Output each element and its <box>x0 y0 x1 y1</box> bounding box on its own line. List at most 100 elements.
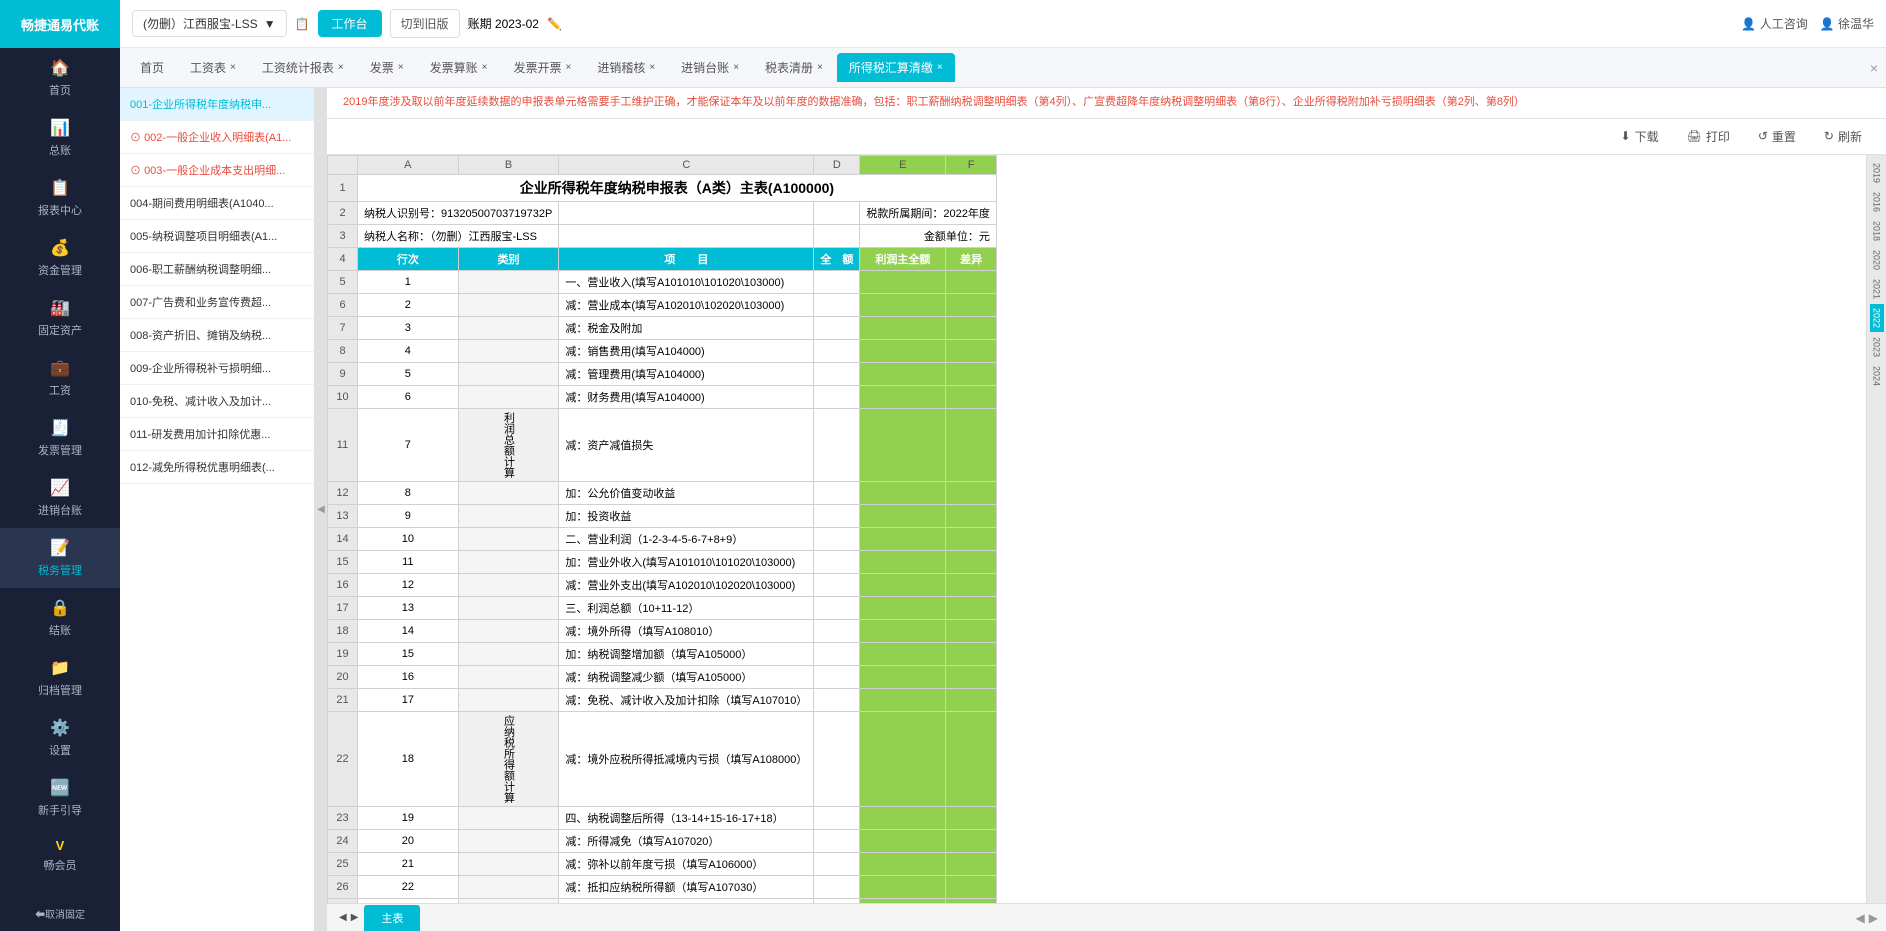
scroll-left-icon[interactable]: ◀ <box>1856 911 1865 925</box>
scroll-right-icon[interactable]: ▶ <box>1869 911 1878 925</box>
nav-arrows: ◀ ▶ <box>335 912 362 923</box>
left-panel-item-006[interactable]: 006-职工薪酬纳税调整明细... <box>120 253 314 286</box>
sidebar-item-tax[interactable]: 📝 税务管理 <box>0 528 120 588</box>
workbench-button[interactable]: 工作台 <box>318 10 382 37</box>
year-2016[interactable]: 2016 <box>1870 188 1884 216</box>
table-row: 128加：公允价值变动收益 <box>328 481 997 504</box>
sidebar-item-sales[interactable]: 📈 进销台账 <box>0 468 120 528</box>
table-row-header: 4 行次 类别 项 目 全 额 利润主全额 差异 <box>328 247 997 270</box>
sidebar-item-settings-label: 设置 <box>49 742 71 758</box>
tab-invoice[interactable]: 发票 × <box>358 53 416 82</box>
col-header-e: E <box>860 155 946 174</box>
tab-tax-list[interactable]: 税表清册 × <box>753 53 835 82</box>
table-row: 2218应纳税所得额计算减：境外应税所得抵减境内亏损（填写A108000） <box>328 711 997 806</box>
left-panel-item-008[interactable]: 008-资产折旧、摊销及纳税... <box>120 319 314 352</box>
tab-tax-calc[interactable]: 所得税汇算清缴 × <box>837 53 955 82</box>
sidebar-item-salary[interactable]: 💼 工资 <box>0 348 120 408</box>
spreadsheet-main[interactable]: A B C D E F <box>327 155 1866 903</box>
refresh-button[interactable]: ↻ 刷新 <box>1816 125 1870 148</box>
sheet-tab-main[interactable]: 主表 <box>364 905 420 931</box>
nav-prev[interactable]: ◀ <box>339 912 347 923</box>
warning-banner: 2019年度涉及取以前年度延续数据的申报表单元格需要手工维护正确，才能保证本年及… <box>327 88 1886 119</box>
col-header-d: D <box>814 155 860 174</box>
tab-salary-close[interactable]: × <box>230 62 236 73</box>
sidebar-item-report[interactable]: 📋 报表中心 <box>0 168 120 228</box>
col-header-rownum <box>328 155 358 174</box>
table-row: 2319四、纳税调整后所得（13-14+15-16-17+18） <box>328 806 997 829</box>
tab-sales-audit-close[interactable]: × <box>649 62 655 73</box>
tab-invoice-close[interactable]: × <box>398 62 404 73</box>
copy-icon[interactable]: 📋 <box>295 17 310 31</box>
sidebar-item-archive[interactable]: 📁 归档管理 <box>0 648 120 708</box>
left-panel-item-001[interactable]: 001-企业所得税年度纳税申... <box>120 88 314 121</box>
edit-icon[interactable]: ✏️ <box>547 17 562 31</box>
switch-view-button[interactable]: 切到旧版 <box>390 9 460 38</box>
year-2024[interactable]: 2024 <box>1870 362 1884 390</box>
year-2020[interactable]: 2020 <box>1870 246 1884 274</box>
sidebar-item-home[interactable]: 🏠 首页 <box>0 48 120 108</box>
year-2019[interactable]: 2019 <box>1870 159 1884 187</box>
sidebar-item-sales-label: 进销台账 <box>38 502 82 518</box>
year-2018[interactable]: 2018 <box>1870 217 1884 245</box>
sidebar-item-ledger[interactable]: 📊 总账 <box>0 108 120 168</box>
tab-invoice-calc-close[interactable]: × <box>482 62 488 73</box>
print-button[interactable]: 🖨 打印 <box>1679 125 1738 148</box>
tab-tax-list-close[interactable]: × <box>817 62 823 73</box>
sidebar-item-assets[interactable]: 🏭 固定资产 <box>0 288 120 348</box>
invoice-icon: 🧾 <box>50 418 70 438</box>
tab-invoice-open-close[interactable]: × <box>565 62 571 73</box>
sidebar-item-settings[interactable]: ⚙️ 设置 <box>0 708 120 768</box>
year-2023[interactable]: 2023 <box>1870 333 1884 361</box>
app-logo: 畅捷通易代账 <box>0 0 120 48</box>
left-panel-item-002[interactable]: ⊙ 002-一般企业收入明细表(A1... <box>120 121 314 154</box>
tab-salary-report-close[interactable]: × <box>338 62 344 73</box>
tab-invoice-label: 发票 <box>370 59 394 76</box>
tab-sales-audit[interactable]: 进销稽核 × <box>585 53 667 82</box>
left-panel-item-009[interactable]: 009-企业所得税补亏损明细... <box>120 352 314 385</box>
tab-invoice-open[interactable]: 发票开票 × <box>501 53 583 82</box>
reset-button[interactable]: ↺ 重置 <box>1750 125 1804 148</box>
member-icon: V <box>56 838 65 853</box>
sidebar-item-fund[interactable]: 💰 资金管理 <box>0 228 120 288</box>
tab-salary-report[interactable]: 工资统计报表 × <box>250 53 356 82</box>
tab-invoice-calc[interactable]: 发票算账 × <box>418 53 500 82</box>
company-selector[interactable]: (勿删）江西服宝-LSS ▼ <box>132 10 287 37</box>
table-row: 84减：销售费用(填写A104000) <box>328 339 997 362</box>
left-panel-item-004[interactable]: 004-期间费用明细表(A1040... <box>120 187 314 220</box>
collapse-handle[interactable]: ◀ <box>315 88 327 931</box>
tab-tax-calc-close[interactable]: × <box>937 62 943 73</box>
tab-sales-ledger[interactable]: 进销台账 × <box>669 53 751 82</box>
taxpayer-id-label: 纳税人识别号：91320500703719732P <box>358 201 559 224</box>
sidebar-item-assets-label: 固定资产 <box>38 322 82 338</box>
left-panel-item-005[interactable]: 005-纳税调整项目明细表(A1... <box>120 220 314 253</box>
table-row: 2420减：所得减免（填写A107020） <box>328 829 997 852</box>
topbar: (勿删）江西服宝-LSS ▼ 📋 工作台 切到旧版 账期 2023-02 ✏️ … <box>120 0 1886 48</box>
left-panel-item-003[interactable]: ⊙ 003-一般企业成本支出明细... <box>120 154 314 187</box>
sidebar-item-ledger-label: 总账 <box>49 142 71 158</box>
avatar[interactable]: 👤 徐温华 <box>1820 15 1874 32</box>
tab-home[interactable]: 首页 <box>128 53 176 82</box>
sidebar-item-guide[interactable]: 🆕 新手引导 <box>0 768 120 828</box>
user-service-button[interactable]: 👤 人工咨询 <box>1741 15 1807 32</box>
left-panel-item-012[interactable]: 012-减免所得税优惠明细表(... <box>120 451 314 484</box>
left-panel-item-011[interactable]: 011-研发费用加计扣除优惠... <box>120 418 314 451</box>
download-button[interactable]: ⬇ 下载 <box>1613 125 1667 148</box>
table-row: 1814减：境外所得（填写A108010） <box>328 619 997 642</box>
print-icon: 🖨 <box>1687 129 1702 143</box>
spreadsheet-and-years: A B C D E F <box>327 155 1886 903</box>
year-2021[interactable]: 2021 <box>1870 275 1884 303</box>
sidebar-item-closing[interactable]: 🔒 结账 <box>0 588 120 648</box>
left-panel-item-010[interactable]: 010-免税、减计收入及加计... <box>120 385 314 418</box>
sidebar-item-invoice[interactable]: 🧾 发票管理 <box>0 408 120 468</box>
table-row: 62减：营业成本(填写A102010\102020\103000) <box>328 293 997 316</box>
tab-close-all[interactable]: × <box>1870 60 1878 76</box>
year-2022[interactable]: 2022 <box>1870 304 1884 332</box>
table-row: 1511加：营业外收入(填写A101010\101020\103000) <box>328 550 997 573</box>
nav-next[interactable]: ▶ <box>351 912 359 923</box>
tab-salary[interactable]: 工资表 × <box>178 53 248 82</box>
left-panel-item-007[interactable]: 007-广告费和业务宣传费超... <box>120 286 314 319</box>
sidebar-unpin-button[interactable]: ⬅取消固定 <box>0 896 120 931</box>
tab-sales-ledger-close[interactable]: × <box>733 62 739 73</box>
sidebar-item-member[interactable]: V 畅会员 <box>0 828 120 883</box>
tab-home-label: 首页 <box>140 59 164 76</box>
